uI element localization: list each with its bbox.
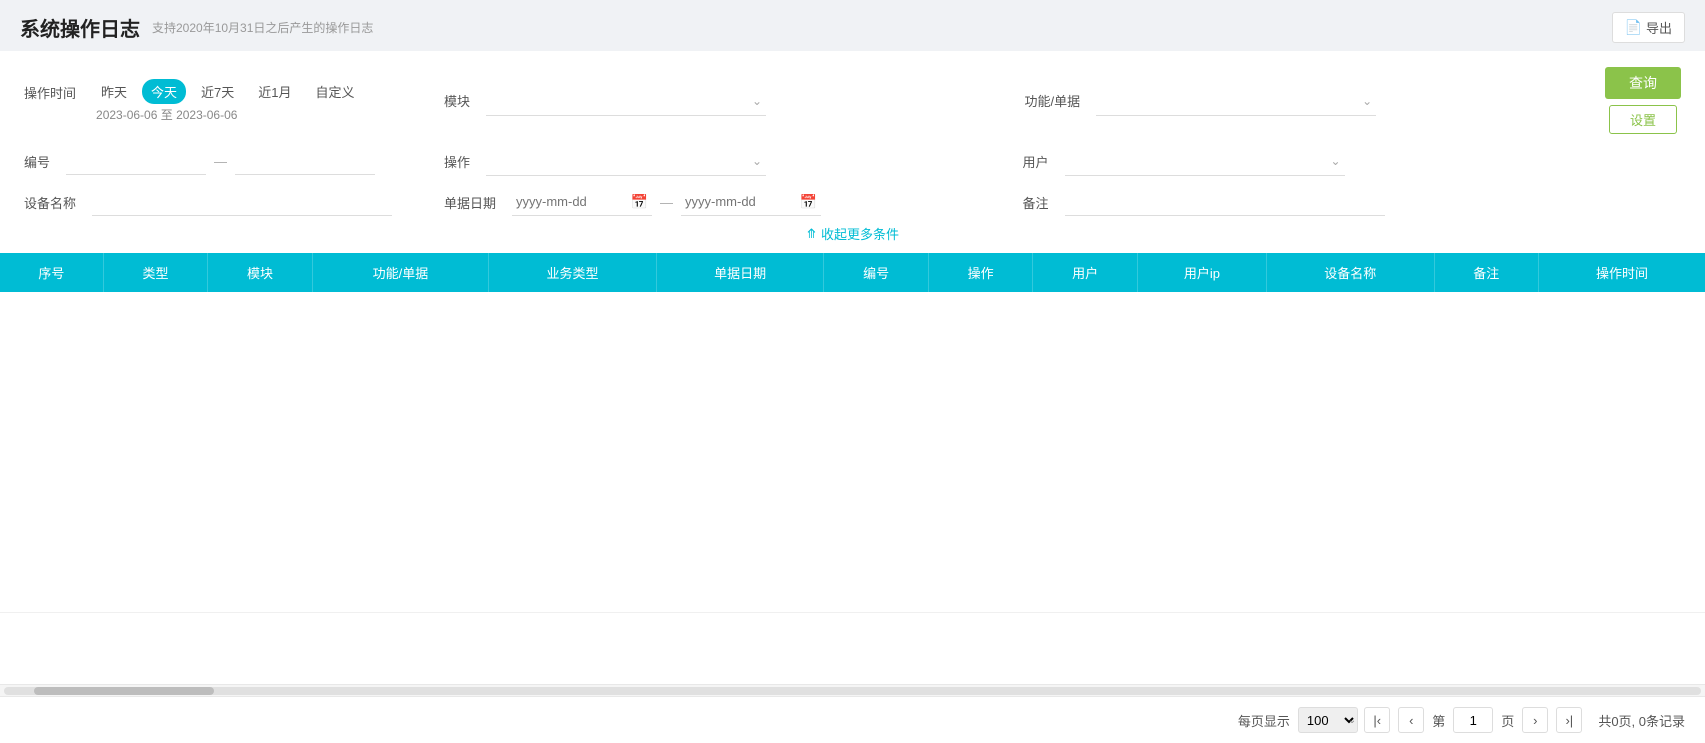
scrollbar-thumb[interactable] <box>34 687 214 695</box>
collapse-row: ⤊ 收起更多条件 <box>24 220 1681 245</box>
scrollbar-track <box>4 687 1701 695</box>
page-number-input[interactable] <box>1453 707 1493 733</box>
data-table: 序号 类型 模块 功能/单据 业务类型 单据日期 编号 操作 用户 用户ip 设… <box>0 253 1705 613</box>
col-biz-type: 业务类型 <box>489 253 657 292</box>
col-user-ip: 用户ip <box>1137 253 1266 292</box>
remark-label: 备注 <box>1023 193 1057 212</box>
empty-cell <box>0 292 1705 612</box>
col-type: 类型 <box>103 253 207 292</box>
scrollbar-area[interactable] <box>0 684 1705 696</box>
operation-label: 操作 <box>444 152 478 171</box>
table-header: 序号 类型 模块 功能/单据 业务类型 单据日期 编号 操作 用户 用户ip 设… <box>0 253 1705 292</box>
filter-row-1: 操作时间 昨天 今天 近7天 近1月 自定义 2023-06-06 至 2023… <box>24 67 1681 134</box>
query-button[interactable]: 查询 <box>1605 67 1681 99</box>
voucher-date-label: 单据日期 <box>444 193 504 212</box>
time-btn-custom[interactable]: 自定义 <box>307 79 364 104</box>
filter-row-3: 设备名称 单据日期 📅 — 📅 备注 <box>24 188 1681 216</box>
export-button[interactable]: 📄 导出 <box>1612 12 1685 43</box>
total-info: 共0页, 0条记录 <box>1598 711 1685 730</box>
table-body <box>0 292 1705 612</box>
table-header-row: 序号 类型 模块 功能/单据 业务类型 单据日期 编号 操作 用户 用户ip 设… <box>0 253 1705 292</box>
page-header: 系统操作日志 支持2020年10月31日之后产生的操作日志 📄 导出 <box>0 0 1705 51</box>
col-operation: 操作 <box>928 253 1032 292</box>
number-from-input[interactable] <box>66 147 206 175</box>
number-dash: — <box>214 154 227 169</box>
prev-page-button[interactable]: ‹ <box>1398 707 1424 733</box>
module-select[interactable] <box>486 86 766 116</box>
function-select-wrap: ⌄ <box>1096 86 1376 116</box>
page-size-label: 每页显示 <box>1238 711 1290 730</box>
col-module: 模块 <box>208 253 312 292</box>
time-buttons: 昨天 今天 近7天 近1月 自定义 <box>92 79 364 104</box>
time-btn-yesterday[interactable]: 昨天 <box>92 79 136 104</box>
export-label: 导出 <box>1646 18 1672 37</box>
last-page-button[interactable]: ›| <box>1556 707 1582 733</box>
time-btn-7days[interactable]: 近7天 <box>192 79 243 104</box>
user-select[interactable] <box>1065 146 1345 176</box>
date-range-display: 2023-06-06 至 2023-06-06 <box>96 108 237 122</box>
pagination-bar: 每页显示 100 50 200 ⌄ |‹ ‹ 第 页 › ›| 共0页, 0条记… <box>0 696 1705 743</box>
user-select-wrap: ⌄ <box>1065 146 1345 176</box>
export-icon: 📄 <box>1625 19 1642 36</box>
page-word: 第 <box>1432 711 1445 730</box>
page-title: 系统操作日志 <box>20 13 140 42</box>
function-select[interactable] <box>1096 86 1376 116</box>
page-container: 系统操作日志 支持2020年10月31日之后产生的操作日志 📄 导出 操作时间 … <box>0 0 1705 743</box>
operation-select[interactable] <box>486 146 766 176</box>
device-label: 设备名称 <box>24 193 84 212</box>
number-label: 编号 <box>24 152 58 171</box>
empty-row <box>0 292 1705 612</box>
filter-row-2: 编号 — 操作 ⌄ 用户 <box>24 146 1681 176</box>
module-label: 模块 <box>444 91 478 110</box>
action-buttons: 查询 设置 <box>1605 67 1681 134</box>
collapse-button[interactable]: ⤊ 收起更多条件 <box>806 224 899 243</box>
module-select-wrap: ⌄ <box>486 86 766 116</box>
col-device-name: 设备名称 <box>1266 253 1434 292</box>
remark-input[interactable] <box>1065 188 1385 216</box>
cal-from-icon[interactable]: 📅 <box>631 194 648 211</box>
col-op-time: 操作时间 <box>1539 253 1705 292</box>
col-user: 用户 <box>1033 253 1137 292</box>
first-page-button[interactable]: |‹ <box>1364 707 1390 733</box>
function-label: 功能/单据 <box>1025 91 1089 110</box>
number-to-input[interactable] <box>235 147 375 175</box>
user-label: 用户 <box>1023 152 1057 171</box>
page-subtitle: 支持2020年10月31日之后产生的操作日志 <box>152 19 373 36</box>
collapse-label: 收起更多条件 <box>821 224 899 243</box>
date-from-wrap: 📅 <box>512 188 652 216</box>
next-page-button[interactable]: › <box>1522 707 1548 733</box>
collapse-up-icon: ⤊ <box>806 226 817 242</box>
col-number: 编号 <box>824 253 928 292</box>
page-label: 页 <box>1501 711 1514 730</box>
time-btn-1month[interactable]: 近1月 <box>249 79 300 104</box>
filter-section: 操作时间 昨天 今天 近7天 近1月 自定义 2023-06-06 至 2023… <box>0 51 1705 253</box>
col-index: 序号 <box>0 253 103 292</box>
date-dash: — <box>660 195 673 210</box>
device-input[interactable] <box>92 188 392 216</box>
page-size-select[interactable]: 100 50 200 <box>1298 707 1358 733</box>
col-function: 功能/单据 <box>312 253 488 292</box>
table-wrap: 序号 类型 模块 功能/单据 业务类型 单据日期 编号 操作 用户 用户ip 设… <box>0 253 1705 684</box>
col-remark: 备注 <box>1434 253 1538 292</box>
cal-to-icon[interactable]: 📅 <box>800 194 817 211</box>
time-btn-today[interactable]: 今天 <box>142 79 186 104</box>
time-label: 操作时间 <box>24 79 84 102</box>
operation-select-wrap: ⌄ <box>486 146 766 176</box>
col-voucher-date: 单据日期 <box>656 253 824 292</box>
settings-button[interactable]: 设置 <box>1609 105 1677 134</box>
date-to-wrap: 📅 <box>681 188 821 216</box>
